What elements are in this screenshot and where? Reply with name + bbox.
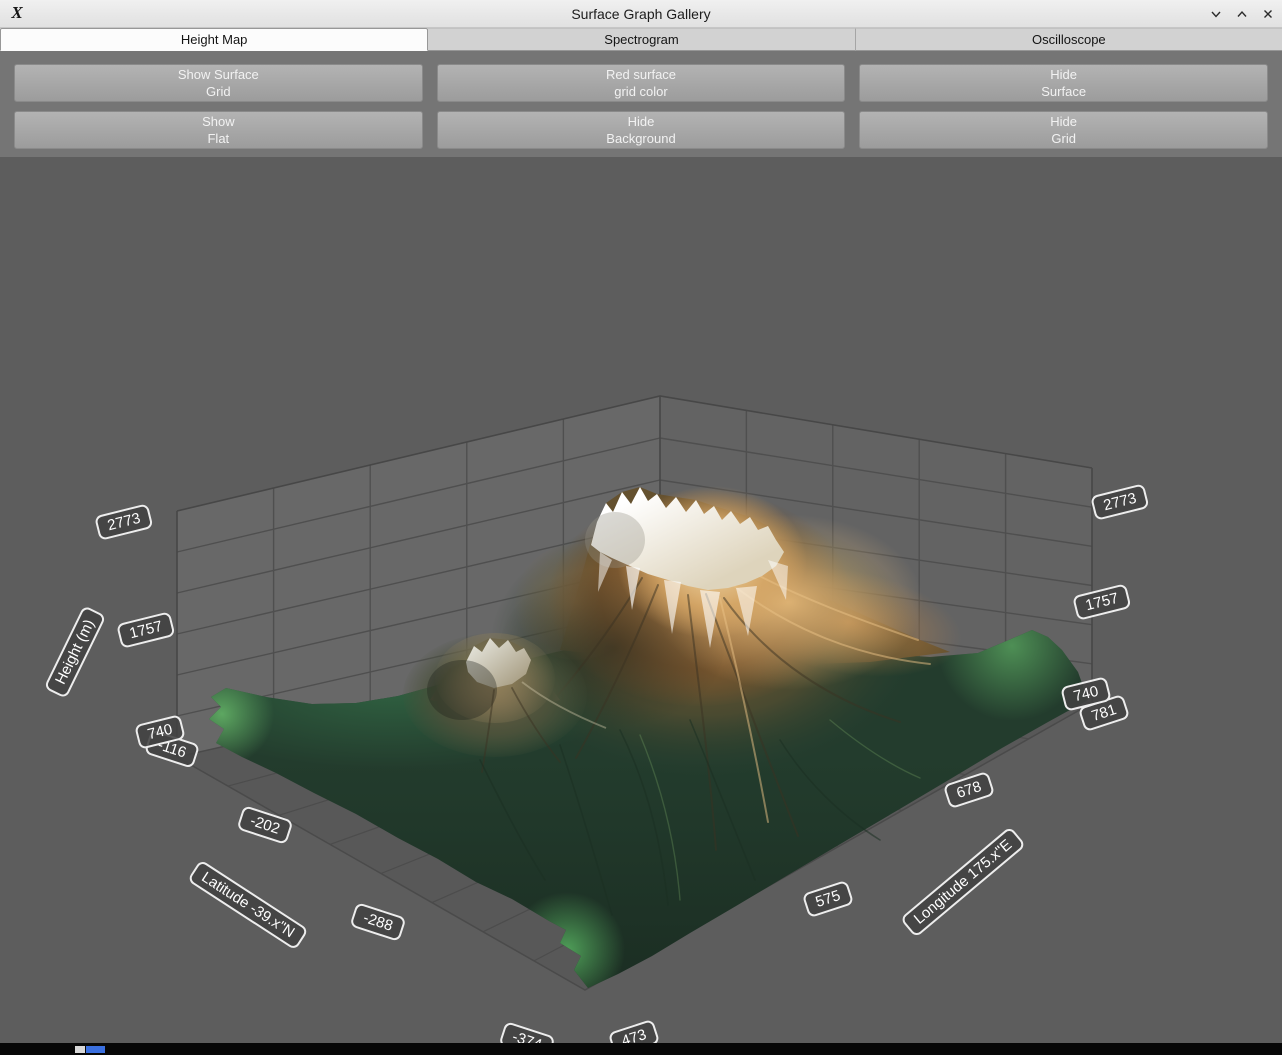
app-window: X Surface Graph Gallery Height Map Spect… [0,0,1282,1055]
bottom-bar [0,1043,1282,1055]
tab-spectrogram[interactable]: Spectrogram [428,28,855,51]
hide-grid-button[interactable]: Hide Grid [859,111,1268,149]
button-label: Show [202,113,235,130]
window-title: Surface Graph Gallery [0,6,1282,22]
taskbar-accent-blue [86,1046,105,1053]
x-logo-icon: X [8,4,26,22]
button-label: Hide [628,113,655,130]
tab-height-map[interactable]: Height Map [0,28,428,51]
button-label: Red surface [606,66,676,83]
surface-3d-view[interactable]: Height (m) 2773 1757 -116 740 -202 -288 … [0,158,1282,1043]
button-label: Background [606,130,675,147]
button-label: Grid [206,83,231,100]
tab-oscilloscope[interactable]: Oscilloscope [856,28,1282,51]
button-label: Show Surface [178,66,259,83]
show-flat-button[interactable]: Show Flat [14,111,423,149]
button-label: Flat [207,130,229,147]
button-label: Grid [1051,130,1076,147]
button-label: Surface [1041,83,1086,100]
close-icon[interactable] [1259,6,1276,23]
window-controls [1207,0,1276,28]
button-label: grid color [614,83,667,100]
hide-background-button[interactable]: Hide Background [437,111,846,149]
tab-bar: Height Map Spectrogram Oscilloscope [0,28,1282,51]
toolbar: Show Surface Grid Red surface grid color… [0,51,1282,157]
chevron-down-icon[interactable] [1207,6,1224,23]
show-surface-grid-button[interactable]: Show Surface Grid [14,64,423,102]
taskbar-accent-white [75,1046,85,1053]
chevron-up-icon[interactable] [1233,6,1250,23]
button-label: Hide [1050,113,1077,130]
red-surface-grid-color-button[interactable]: Red surface grid color [437,64,846,102]
hide-surface-button[interactable]: Hide Surface [859,64,1268,102]
height-map-pane: Show Surface Grid Red surface grid color… [0,51,1282,1043]
button-label: Hide [1050,66,1077,83]
titlebar[interactable]: X Surface Graph Gallery [0,0,1282,28]
